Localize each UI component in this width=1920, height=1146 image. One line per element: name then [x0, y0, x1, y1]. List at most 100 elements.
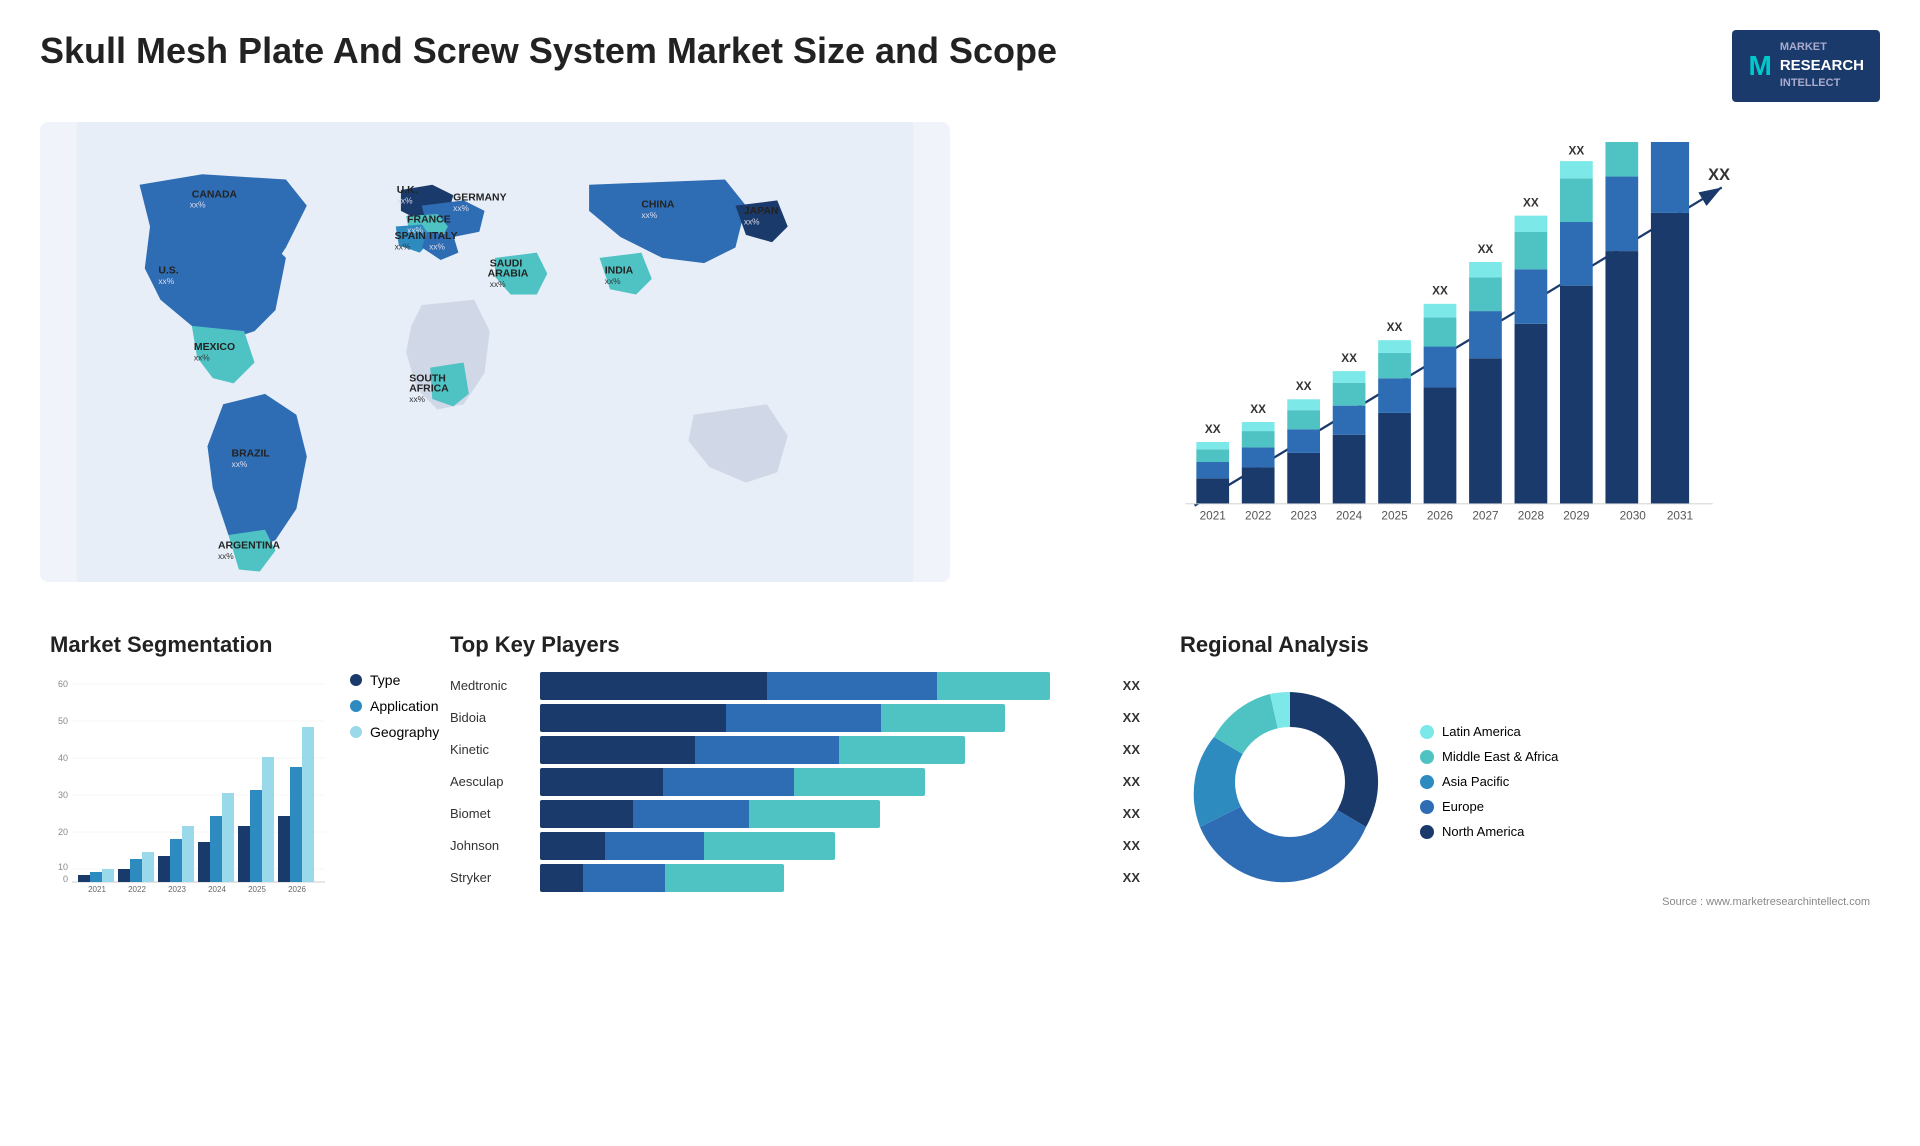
legend-asia: Asia Pacific — [1420, 774, 1558, 789]
logo-letter: M — [1748, 46, 1771, 85]
svg-text:xx%: xx% — [158, 276, 174, 286]
svg-text:0: 0 — [63, 874, 68, 884]
svg-text:2022: 2022 — [1245, 508, 1271, 522]
latin-dot — [1420, 725, 1434, 739]
bar-seg1 — [540, 704, 726, 732]
logo-box: M MARKET RESEARCH INTELLECT — [1732, 30, 1880, 102]
svg-text:xx%: xx% — [218, 551, 234, 561]
svg-text:2026: 2026 — [1427, 508, 1454, 522]
svg-text:xx%: xx% — [409, 394, 425, 404]
svg-text:ITALY: ITALY — [429, 231, 457, 242]
svg-text:xx%: xx% — [744, 216, 760, 226]
bar-seg3 — [794, 768, 925, 796]
svg-text:2021: 2021 — [88, 885, 106, 892]
player-name-bidoia: Bidoia — [450, 710, 530, 725]
legend-application: Application — [350, 698, 439, 714]
svg-text:2024: 2024 — [1336, 508, 1363, 522]
player-biomet: Biomet XX — [450, 800, 1140, 828]
player-johnson: Johnson XX — [450, 832, 1140, 860]
player-kinetic: Kinetic XX — [450, 736, 1140, 764]
svg-text:xx%: xx% — [490, 279, 506, 289]
svg-text:XX: XX — [1205, 422, 1221, 436]
svg-text:INDIA: INDIA — [605, 265, 634, 276]
svg-text:MEXICO: MEXICO — [194, 342, 235, 353]
seg-legend: Type Application Geography — [350, 672, 439, 897]
regional-section: Regional Analysis — [1170, 622, 1880, 918]
latin-label: Latin America — [1442, 724, 1521, 739]
bar-seg1 — [540, 864, 583, 892]
svg-text:XX: XX — [1387, 320, 1403, 334]
bar-seg3 — [937, 672, 1050, 700]
svg-text:SPAIN: SPAIN — [395, 231, 426, 242]
svg-text:xx%: xx% — [232, 459, 248, 469]
svg-text:2022: 2022 — [128, 885, 146, 892]
svg-text:50: 50 — [58, 716, 68, 726]
svg-text:XX: XX — [1341, 351, 1357, 365]
bar-seg3 — [839, 736, 965, 764]
bar-seg2 — [605, 832, 703, 860]
legend-geography: Geography — [350, 724, 439, 740]
player-bar-johnson — [540, 832, 1107, 860]
svg-text:xx%: xx% — [190, 200, 206, 210]
legend-europe: Europe — [1420, 799, 1558, 814]
players-list: Medtronic XX Bidoia — [450, 672, 1140, 892]
bar-seg1 — [540, 736, 695, 764]
key-players-title: Top Key Players — [450, 632, 1140, 658]
svg-text:SAUDI: SAUDI — [490, 258, 523, 269]
bar-seg2 — [663, 768, 794, 796]
mea-dot — [1420, 750, 1434, 764]
svg-text:2025: 2025 — [248, 885, 266, 892]
svg-text:40: 40 — [58, 753, 68, 763]
player-bar-kinetic — [540, 736, 1107, 764]
application-label: Application — [370, 698, 439, 714]
svg-text:SOUTH: SOUTH — [409, 373, 446, 384]
svg-text:2028: 2028 — [1518, 508, 1545, 522]
svg-text:JAPAN: JAPAN — [744, 206, 779, 217]
svg-text:ARGENTINA: ARGENTINA — [218, 540, 281, 551]
player-bar-bidoia — [540, 704, 1107, 732]
bar-seg3 — [881, 704, 1005, 732]
bar-seg3 — [749, 800, 880, 828]
player-bar-aesculap — [540, 768, 1107, 796]
europe-dot — [1420, 800, 1434, 814]
player-aesculap: Aesculap XX — [450, 768, 1140, 796]
player-medtronic: Medtronic XX — [450, 672, 1140, 700]
legend-northamerica: North America — [1420, 824, 1558, 839]
page-title: Skull Mesh Plate And Screw System Market… — [40, 30, 1057, 72]
asia-dot — [1420, 775, 1434, 789]
player-bar-stryker — [540, 864, 1107, 892]
svg-text:2026: 2026 — [288, 885, 306, 892]
svg-text:XX: XX — [1478, 242, 1494, 256]
geography-label: Geography — [370, 724, 439, 740]
segmentation-section: Market Segmentation 60 50 40 30 20 10 0 — [40, 622, 420, 918]
bar-chart-svg: XX XX 2021 XX 2022 — [1010, 142, 1870, 542]
player-name-biomet: Biomet — [450, 806, 530, 821]
svg-text:2024: 2024 — [208, 885, 226, 892]
svg-text:30: 30 — [58, 790, 68, 800]
svg-text:XX: XX — [1296, 379, 1312, 393]
svg-text:xx%: xx% — [429, 241, 445, 251]
player-bar-medtronic — [540, 672, 1107, 700]
svg-text:ARABIA: ARABIA — [488, 269, 529, 280]
svg-text:CANADA: CANADA — [192, 189, 238, 200]
segmentation-title: Market Segmentation — [50, 632, 410, 658]
bar-seg2 — [726, 704, 881, 732]
header: Skull Mesh Plate And Screw System Market… — [40, 30, 1880, 102]
svg-text:xx%: xx% — [605, 276, 621, 286]
page-container: Skull Mesh Plate And Screw System Market… — [0, 0, 1920, 1146]
key-players-section: Top Key Players Medtronic XX — [440, 622, 1150, 918]
legend-mea: Middle East & Africa — [1420, 749, 1558, 764]
bar-seg1 — [540, 832, 605, 860]
player-name-kinetic: Kinetic — [450, 742, 530, 757]
svg-text:xx%: xx% — [397, 195, 413, 205]
svg-text:2029: 2029 — [1563, 508, 1589, 522]
svg-text:XX: XX — [1523, 195, 1539, 209]
bar-seg2 — [695, 736, 840, 764]
player-bidoia: Bidoia XX — [450, 704, 1140, 732]
svg-text:2027: 2027 — [1472, 508, 1498, 522]
svg-text:XX: XX — [1568, 144, 1584, 158]
svg-text:GERMANY: GERMANY — [453, 192, 506, 203]
regional-legend: Latin America Middle East & Africa Asia … — [1420, 724, 1558, 839]
svg-text:U.S.: U.S. — [158, 265, 178, 276]
source-text: Source : www.marketresearchintellect.com — [1180, 896, 1870, 908]
